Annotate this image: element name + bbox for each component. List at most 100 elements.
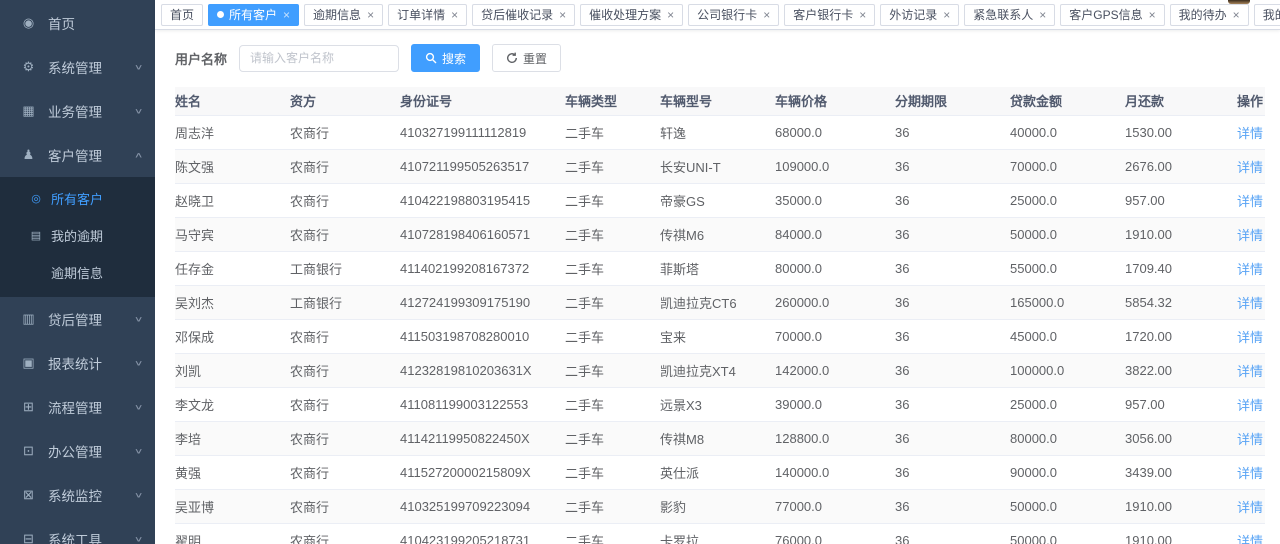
sidebar-item-home[interactable]: ◉首页 <box>0 1 155 45</box>
table-cell: 411402199208167372 <box>400 251 565 285</box>
chevron-down-icon: ∨ <box>134 403 144 411</box>
table-cell: 36 <box>895 353 1010 387</box>
table-row: 李培农商行41142119950822450X二手车传祺M8128800.036… <box>175 421 1265 455</box>
sidebar-item-all-customers[interactable]: ◎所有客户 <box>0 180 155 217</box>
close-icon[interactable]: × <box>451 9 458 21</box>
detail-link[interactable]: 详情 <box>1237 296 1263 311</box>
table-row: 翟明农商行410423199205218731二手车卡罗拉76000.03650… <box>175 523 1265 544</box>
table-cell: 二手车 <box>565 251 660 285</box>
close-icon[interactable]: × <box>859 9 866 21</box>
detail-link[interactable]: 详情 <box>1237 398 1263 413</box>
table-cell: 菲斯塔 <box>660 251 775 285</box>
close-icon[interactable]: × <box>283 9 290 21</box>
close-icon[interactable]: × <box>1039 9 1046 21</box>
column-header: 贷款金额 <box>1010 87 1125 115</box>
tab-company-bank-card[interactable]: 公司银行卡 × <box>688 4 779 26</box>
table-cell: 二手车 <box>565 285 660 319</box>
close-icon[interactable]: × <box>943 9 950 21</box>
tab-emergency-contact[interactable]: 紧急联系人× <box>964 4 1055 26</box>
sidebar-item-monitor[interactable]: ⊠系统监控∨ <box>0 473 155 517</box>
sidebar-item-process[interactable]: ⊞流程管理∨ <box>0 385 155 429</box>
table-cell: 李文龙 <box>175 387 290 421</box>
tab-all-customers[interactable]: 所有客户× <box>208 4 299 26</box>
sidebar-item-report[interactable]: ▣报表统计∨ <box>0 341 155 385</box>
table-cell: 25000.0 <box>1010 183 1125 217</box>
tab-visit-record[interactable]: 外访记录× <box>880 4 959 26</box>
table-cell: 1910.00 <box>1125 489 1225 523</box>
tab-collection-record[interactable]: 贷后催收记录× <box>472 4 575 26</box>
sidebar-item-tools[interactable]: ⊟系统工具∨ <box>0 517 155 544</box>
sidebar-item-my-overdue[interactable]: ▤我的逾期 <box>0 217 155 254</box>
table-cell-action: 详情 <box>1225 115 1265 149</box>
detail-link[interactable]: 详情 <box>1237 500 1263 515</box>
sidebar-item-system[interactable]: ⚙系统管理∨ <box>0 45 155 89</box>
close-icon[interactable]: × <box>1233 9 1240 21</box>
close-icon[interactable]: × <box>1149 9 1156 21</box>
detail-link[interactable]: 详情 <box>1237 330 1263 345</box>
detail-link[interactable]: 详情 <box>1237 432 1263 447</box>
search-input[interactable] <box>239 45 399 72</box>
table-cell: 36 <box>895 489 1010 523</box>
table-cell: 农商行 <box>290 489 400 523</box>
close-icon[interactable]: × <box>763 9 770 21</box>
table-cell: 36 <box>895 183 1010 217</box>
tab-my-todo[interactable]: 我的待办× <box>1170 4 1249 26</box>
tab-label: 客户银行卡 <box>793 6 853 23</box>
card-icon: ▤ <box>29 229 43 242</box>
content-area: 用户名称 搜索 重置 <box>155 30 1280 544</box>
table-cell: 陈文强 <box>175 149 290 183</box>
close-icon[interactable]: × <box>559 9 566 21</box>
table-cell: 2676.00 <box>1125 149 1225 183</box>
table-cell: 1720.00 <box>1125 319 1225 353</box>
table-cell: 农商行 <box>290 387 400 421</box>
sidebar-item-loan[interactable]: ▥贷后管理∨ <box>0 297 155 341</box>
table-cell: 1530.00 <box>1125 115 1225 149</box>
tab-order-detail[interactable]: 订单详情× <box>388 4 467 26</box>
tab-my-process[interactable]: 我的流程× <box>1254 4 1280 26</box>
sidebar-item-label: 办公管理 <box>48 441 102 461</box>
table-cell: 传祺M6 <box>660 217 775 251</box>
table-cell: 410422198803195415 <box>400 183 565 217</box>
detail-link[interactable]: 详情 <box>1237 262 1263 277</box>
monitor-icon: ⊠ <box>20 487 37 503</box>
tab-customer-bank-card[interactable]: 客户银行卡 × <box>784 4 875 26</box>
sidebar-item-office[interactable]: ⊡办公管理∨ <box>0 429 155 473</box>
sidebar-item-customer[interactable]: ♟客户管理∧ <box>0 133 155 177</box>
table-cell: 41142119950822450X <box>400 421 565 455</box>
tab-collection-plan[interactable]: 催收处理方案× <box>580 4 683 26</box>
detail-link[interactable]: 详情 <box>1237 160 1263 175</box>
table-cell: 二手车 <box>565 387 660 421</box>
detail-link[interactable]: 详情 <box>1237 194 1263 209</box>
table-cell: 70000.0 <box>775 319 895 353</box>
table-cell: 凯迪拉克XT4 <box>660 353 775 387</box>
table-cell: 二手车 <box>565 353 660 387</box>
close-icon[interactable]: × <box>367 9 374 21</box>
tab-home[interactable]: 首页 <box>161 4 203 26</box>
table-cell: 1910.00 <box>1125 217 1225 251</box>
sidebar-item-label: 贷后管理 <box>48 309 102 329</box>
detail-link[interactable]: 详情 <box>1237 534 1263 544</box>
table-cell-action: 详情 <box>1225 523 1265 544</box>
close-icon[interactable]: × <box>667 9 674 21</box>
dashboard-icon: ◉ <box>20 15 37 31</box>
tab-label: 公司银行卡 <box>697 6 757 23</box>
table-cell: 36 <box>895 217 1010 251</box>
table-cell: 100000.0 <box>1010 353 1125 387</box>
tab-overdue-info[interactable]: 逾期信息× <box>304 4 383 26</box>
search-row: 用户名称 搜索 重置 <box>175 44 1265 72</box>
table-cell: 80000.0 <box>775 251 895 285</box>
column-header: 月还款 <box>1125 87 1225 115</box>
sidebar-item-business[interactable]: ▦业务管理∨ <box>0 89 155 133</box>
table-cell: 411503198708280010 <box>400 319 565 353</box>
detail-link[interactable]: 详情 <box>1237 228 1263 243</box>
table-cell: 77000.0 <box>775 489 895 523</box>
detail-link[interactable]: 详情 <box>1237 126 1263 141</box>
detail-link[interactable]: 详情 <box>1237 466 1263 481</box>
table-cell: 英仕派 <box>660 455 775 489</box>
sidebar-item-overdue-info[interactable]: 逾期信息 <box>0 254 155 291</box>
search-button[interactable]: 搜索 <box>411 44 480 72</box>
tab-customer-gps[interactable]: 客户GPS信息× <box>1060 4 1164 26</box>
reset-button[interactable]: 重置 <box>492 44 561 72</box>
detail-link[interactable]: 详情 <box>1237 364 1263 379</box>
table-cell: 260000.0 <box>775 285 895 319</box>
